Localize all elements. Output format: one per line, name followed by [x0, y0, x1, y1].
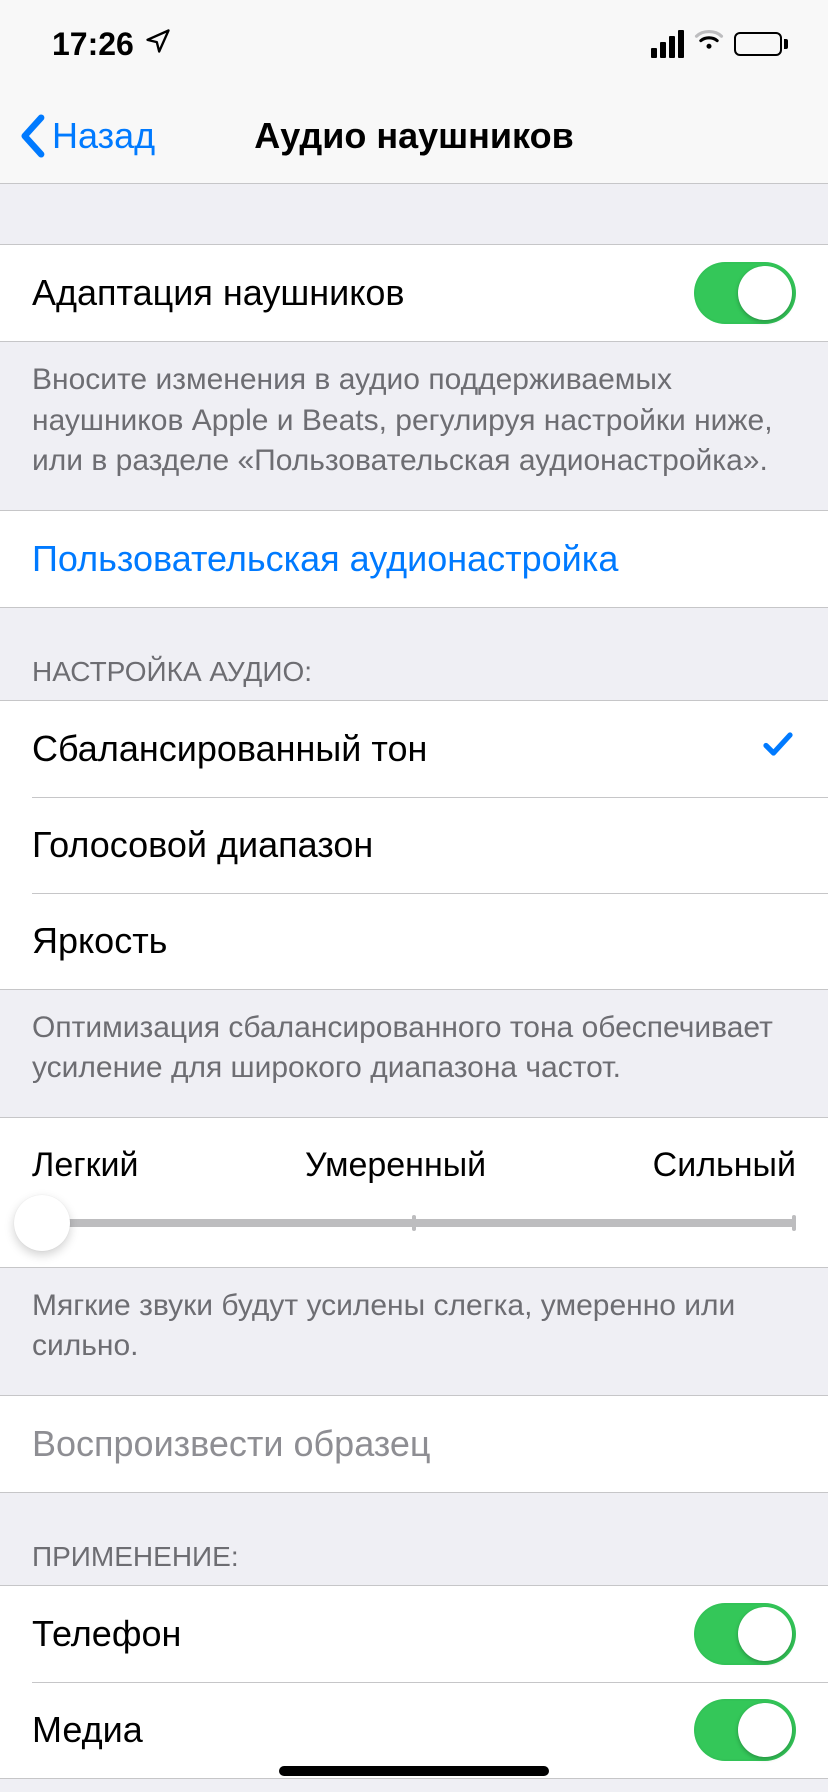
row-label: Голосовой диапазон	[32, 824, 373, 866]
tuning-header: НАСТРОЙКА АУДИО:	[0, 608, 828, 700]
apply-header: ПРИМЕНЕНИЕ:	[0, 1493, 828, 1585]
row-media[interactable]: Медиа	[32, 1682, 828, 1778]
row-label: Яркость	[32, 920, 167, 962]
tuning-footer: Оптимизация сбалансированного тона обесп…	[0, 990, 828, 1117]
row-play-sample[interactable]: Воспроизвести образец	[0, 1396, 828, 1492]
adaptation-footer: Вносите изменения в аудио поддерживаемых…	[0, 342, 828, 510]
nav-bar: Назад Аудио наушников	[0, 88, 828, 184]
back-label: Назад	[52, 115, 155, 157]
slider-thumb[interactable]	[14, 1195, 70, 1251]
slider-footer: Мягкие звуки будут усилены слегка, умере…	[0, 1268, 828, 1395]
slider-tick-mid	[412, 1215, 416, 1231]
slider-label-right: Сильный	[653, 1146, 796, 1185]
cellular-icon	[651, 30, 684, 58]
location-icon	[144, 26, 172, 63]
slider-label-mid: Умеренный	[305, 1146, 486, 1185]
toggle-headphone-adaptation[interactable]	[694, 262, 796, 324]
status-bar: 17:26	[0, 0, 828, 88]
row-brightness[interactable]: Яркость	[32, 893, 828, 989]
home-indicator	[279, 1766, 549, 1776]
chevron-left-icon	[18, 114, 46, 158]
row-label: Телефон	[32, 1613, 181, 1655]
wifi-icon	[694, 25, 724, 63]
row-custom-audio-setup[interactable]: Пользовательская аудионастройка	[0, 511, 828, 607]
toggle-phone[interactable]	[694, 1603, 796, 1665]
slider-tick-right	[792, 1215, 796, 1231]
row-label: Сбалансированный тон	[32, 728, 427, 770]
row-headphone-adaptation[interactable]: Адаптация наушников	[0, 245, 828, 341]
status-time: 17:26	[52, 26, 134, 63]
row-label: Пользовательская аудионастройка	[32, 538, 618, 580]
toggle-media[interactable]	[694, 1699, 796, 1761]
row-label: Воспроизвести образец	[32, 1423, 431, 1465]
checkmark-icon	[760, 726, 796, 771]
row-label: Медиа	[32, 1709, 143, 1751]
back-button[interactable]: Назад	[0, 114, 155, 158]
amplification-slider-block: Легкий Умеренный Сильный	[0, 1117, 828, 1268]
battery-icon	[734, 32, 788, 56]
row-balanced-tone[interactable]: Сбалансированный тон	[0, 701, 828, 797]
row-vocal-range[interactable]: Голосовой диапазон	[32, 797, 828, 893]
amplification-slider[interactable]	[32, 1219, 796, 1227]
row-label: Адаптация наушников	[32, 272, 405, 314]
slider-label-left: Легкий	[32, 1146, 138, 1185]
row-phone[interactable]: Телефон	[0, 1586, 828, 1682]
